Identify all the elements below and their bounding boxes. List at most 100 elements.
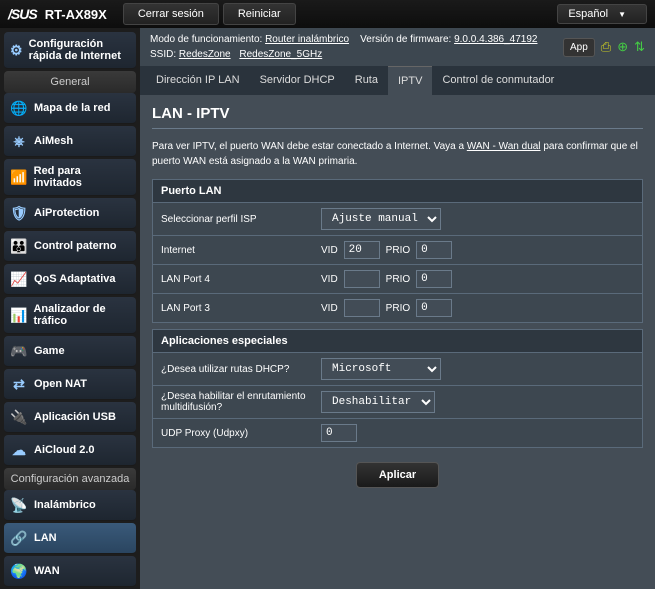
model-name: RT-AX89X — [45, 7, 107, 22]
sidebar-qis[interactable]: ⚙ Configuración rápida de Internet — [4, 32, 136, 69]
sidebar-icon: 🔌 — [10, 408, 28, 426]
app-badge[interactable]: App — [563, 38, 595, 57]
sidebar-icon: 👪 — [10, 237, 28, 255]
sidebar-icon: ⇄ — [10, 375, 28, 393]
sidebar-item-label: Mapa de la red — [34, 102, 110, 114]
info-bar: Modo de funcionamiento: Router inalámbri… — [140, 28, 655, 66]
sidebar-item-open-nat[interactable]: ⇄ Open NAT — [4, 369, 136, 400]
sidebar-item-label: AiCloud 2.0 — [34, 444, 95, 456]
globe-gear-icon: ⚙ — [10, 41, 23, 59]
sidebar-icon: 📊 — [10, 306, 27, 324]
sidebar-item-aimesh[interactable]: ⎈ AiMesh — [4, 126, 136, 157]
sidebar-icon: 🔗 — [10, 529, 28, 547]
wan-dual-link[interactable]: WAN - Wan dual — [467, 141, 541, 152]
sidebar-item-label: Inalámbrico — [34, 499, 96, 511]
sidebar-item-aplicación-usb[interactable]: 🔌 Aplicación USB — [4, 402, 136, 433]
prio-input-1[interactable] — [416, 270, 452, 288]
prio-label: PRIO — [386, 274, 410, 285]
special-apps-section-head: Aplicaciones especiales — [152, 329, 643, 353]
tab-dirección-ip-lan[interactable]: Dirección IP LAN — [146, 66, 250, 95]
sidebar-item-inalámbrico[interactable]: 📡 Inalámbrico — [4, 490, 136, 521]
page-desc: Para ver IPTV, el puerto WAN debe estar … — [152, 139, 643, 169]
tab-ruta[interactable]: Ruta — [345, 66, 388, 95]
sidebar-item-label: AiMesh — [34, 135, 73, 147]
vid-input-0[interactable] — [344, 241, 380, 259]
sidebar-item-red-para-invitados[interactable]: 📶 Red para invitados — [4, 159, 136, 196]
reboot-button[interactable]: Reiniciar — [223, 3, 296, 25]
sidebar-item-label: Aplicación USB — [34, 411, 116, 423]
sidebar-item-qos-adaptativa[interactable]: 📈 QoS Adaptativa — [4, 264, 136, 295]
sidebar-item-label: Open NAT — [34, 378, 87, 390]
page-title: LAN - IPTV — [152, 105, 643, 122]
multicast-label: ¿Desea habilitar el enrutamiento multidi… — [161, 391, 321, 413]
sidebar-icon: 🛡 — [10, 204, 28, 222]
vid-label: VID — [321, 274, 338, 285]
sidebar-item-label: Analizador de tráfico — [33, 303, 130, 327]
port-label: Internet — [161, 245, 321, 256]
sidebar-item-mapa-de-la-red[interactable]: 🌐 Mapa de la red — [4, 93, 136, 124]
sidebar-icon: 🌍 — [10, 562, 28, 580]
sidebar: ⚙ Configuración rápida de Internet Gener… — [0, 28, 140, 589]
internet-status-icon[interactable]: ⊕ — [617, 37, 628, 57]
brand-logo: /SUS — [8, 6, 37, 22]
prio-input-0[interactable] — [416, 241, 452, 259]
apply-button[interactable]: Aplicar — [356, 462, 439, 488]
sidebar-icon: 📶 — [10, 168, 28, 186]
sidebar-item-label: AiProtection — [34, 207, 99, 219]
tab-control-de-conmutador[interactable]: Control de conmutador — [432, 66, 564, 95]
language-select[interactable]: Español — [557, 4, 647, 24]
sidebar-item-wan[interactable]: 🌍 WAN — [4, 556, 136, 587]
isp-profile-label: Seleccionar perfil ISP — [161, 214, 321, 225]
sidebar-item-label: QoS Adaptativa — [34, 273, 116, 285]
sidebar-item-label: Control paterno — [34, 240, 117, 252]
sidebar-item-aiprotection[interactable]: 🛡 AiProtection — [4, 198, 136, 229]
prio-label: PRIO — [386, 245, 410, 256]
isp-profile-select[interactable]: Ajuste manual — [321, 208, 441, 230]
main-content: Modo de funcionamiento: Router inalámbri… — [140, 28, 655, 589]
sidebar-icon: 🎮 — [10, 342, 28, 360]
vid-label: VID — [321, 303, 338, 314]
sidebar-item-game[interactable]: 🎮 Game — [4, 336, 136, 367]
sidebar-item-label: LAN — [34, 532, 57, 544]
mode-label: Modo de funcionamiento: — [150, 34, 262, 45]
multicast-select[interactable]: Deshabilitar — [321, 391, 435, 413]
sidebar-item-label: WAN — [34, 565, 60, 577]
usb-icon[interactable]: ⎙ — [601, 37, 611, 57]
sidebar-item-control-paterno[interactable]: 👪 Control paterno — [4, 231, 136, 262]
tab-bar: Dirección IP LANServidor DHCPRutaIPTVCon… — [140, 66, 655, 95]
udpxy-input[interactable] — [321, 424, 357, 442]
sidebar-item-lan[interactable]: 🔗 LAN — [4, 523, 136, 554]
sidebar-item-analizador-de-tráfico[interactable]: 📊 Analizador de tráfico — [4, 297, 136, 334]
port-label: LAN Port 3 — [161, 303, 321, 314]
ssid-1[interactable]: RedesZone — [179, 49, 231, 60]
ssid-label: SSID: — [150, 49, 176, 60]
dhcp-routes-label: ¿Desea utilizar rutas DHCP? — [161, 364, 321, 375]
vid-input-1[interactable] — [344, 270, 380, 288]
udpxy-label: UDP Proxy (Udpxy) — [161, 428, 321, 439]
dhcp-routes-select[interactable]: Microsoft — [321, 358, 441, 380]
vid-label: VID — [321, 245, 338, 256]
desc-pre: Para ver IPTV, el puerto WAN debe estar … — [152, 141, 467, 152]
fw-label: Versión de firmware: — [360, 34, 451, 45]
port-label: LAN Port 4 — [161, 274, 321, 285]
vid-input-2[interactable] — [344, 299, 380, 317]
sidebar-icon: 📡 — [10, 496, 28, 514]
mode-value-link[interactable]: Router inalámbrico — [265, 34, 349, 45]
sidebar-icon: 🌐 — [10, 99, 28, 117]
sidebar-item-aicloud-2.0[interactable]: ☁ AiCloud 2.0 — [4, 435, 136, 466]
sidebar-icon: ☁ — [10, 441, 28, 459]
logout-button[interactable]: Cerrar sesión — [123, 3, 219, 25]
ssid-2[interactable]: RedesZone_5GHz — [239, 49, 322, 60]
fw-value-link[interactable]: 9.0.0.4.386_47192 — [454, 34, 537, 45]
sidebar-icon: 📈 — [10, 270, 28, 288]
sidebar-item-label: Red para invitados — [34, 165, 130, 189]
sidebar-item-label: Game — [34, 345, 65, 357]
sidebar-icon: ⎈ — [10, 132, 28, 150]
prio-label: PRIO — [386, 303, 410, 314]
tab-servidor-dhcp[interactable]: Servidor DHCP — [250, 66, 345, 95]
sidebar-general-head: General — [4, 71, 136, 93]
sidebar-advanced-head: Configuración avanzada — [4, 468, 136, 490]
wifi-status-icon[interactable]: ⇅ — [634, 37, 645, 57]
prio-input-2[interactable] — [416, 299, 452, 317]
tab-iptv[interactable]: IPTV — [388, 66, 432, 95]
